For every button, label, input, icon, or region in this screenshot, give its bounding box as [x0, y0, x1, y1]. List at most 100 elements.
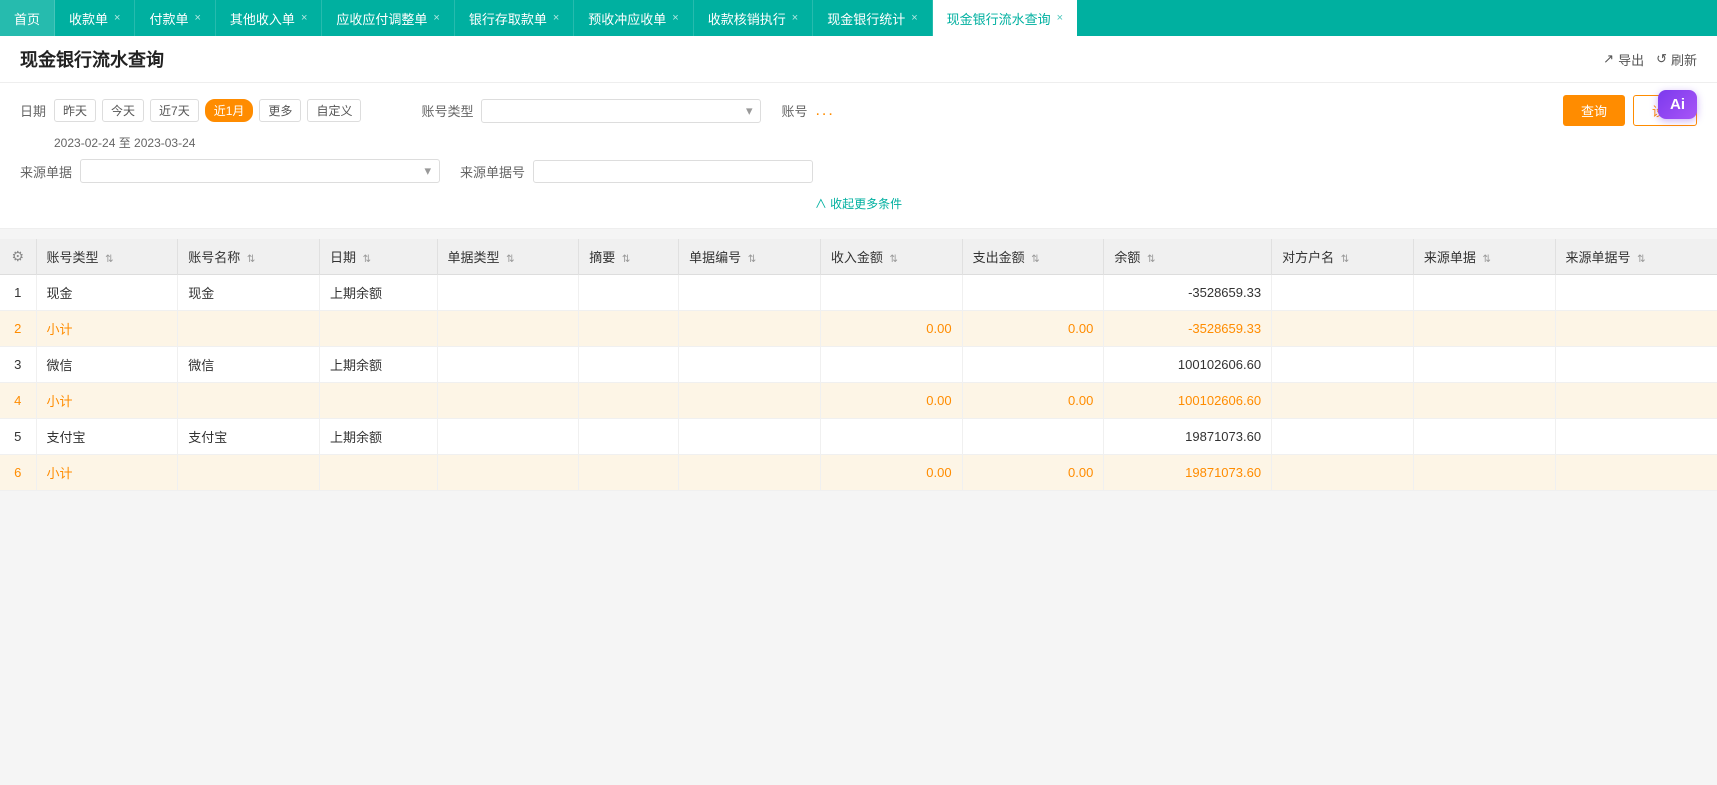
table-container: ⚙ 账号类型 ⇅ 账号名称 ⇅ 日期 ⇅ 单据类型 ⇅ 摘要 ⇅ 单据编号 ⇅ … — [0, 239, 1717, 491]
close-icon[interactable]: × — [911, 12, 917, 24]
cell-source-doc-no — [1555, 275, 1717, 311]
th-balance[interactable]: 余额 ⇅ — [1104, 239, 1272, 275]
cell-account-type: 小计 — [36, 383, 178, 419]
collapse-bar[interactable]: ∧ 收起更多条件 — [20, 191, 1697, 220]
nav-item-prepay[interactable]: 预收冲应收单 × — [574, 0, 693, 36]
cell-date: 上期余额 — [319, 347, 437, 383]
cell-expense — [962, 419, 1104, 455]
cell-summary — [579, 275, 679, 311]
cell-doc-type — [437, 347, 579, 383]
nav-item-receipt[interactable]: 收款单 × — [55, 0, 135, 36]
account-label: 账号 — [781, 101, 807, 120]
nav-item-stats[interactable]: 现金银行统计 × — [813, 0, 932, 36]
cell-income — [820, 419, 962, 455]
nav-item-bank-deposit[interactable]: 银行存取款单 × — [455, 0, 574, 36]
cell-doc-no — [679, 275, 821, 311]
date-options: 昨天 今天 近7天 近1月 更多 自定义 — [54, 99, 361, 122]
cell-expense — [962, 347, 1104, 383]
source-doc-no-filter-group: 来源单据号 — [460, 160, 813, 183]
filter-row-2: 来源单据 ▾ 来源单据号 — [20, 159, 1697, 183]
filter-row-1: 日期 昨天 今天 近7天 近1月 更多 自定义 账号类型 ▾ 账号 ... — [20, 95, 1697, 126]
table-row: 1现金现金上期余额-3528659.33 — [0, 275, 1717, 311]
date-today[interactable]: 今天 — [102, 99, 144, 122]
row-num: 6 — [0, 455, 36, 491]
sort-icon: ⇅ — [1637, 254, 1645, 265]
cell-doc-type — [437, 275, 579, 311]
sort-icon: ⇅ — [1147, 254, 1155, 265]
nav-item-other-income[interactable]: 其他收入单 × — [216, 0, 322, 36]
cell-balance: -3528659.33 — [1104, 311, 1272, 347]
close-icon[interactable]: × — [114, 12, 120, 24]
cell-doc-no — [679, 311, 821, 347]
close-icon[interactable]: × — [301, 12, 307, 24]
cell-source-doc-no — [1555, 455, 1717, 491]
cell-doc-no — [679, 347, 821, 383]
refresh-icon: ↺ — [1656, 51, 1667, 67]
th-source-doc-no[interactable]: 来源单据号 ⇅ — [1555, 239, 1717, 275]
date-7days[interactable]: 近7天 — [150, 99, 199, 122]
th-date[interactable]: 日期 ⇅ — [319, 239, 437, 275]
sort-icon: ⇅ — [1341, 254, 1349, 265]
close-icon[interactable]: × — [672, 12, 678, 24]
cell-doc-type — [437, 311, 579, 347]
close-icon[interactable]: × — [1057, 12, 1063, 24]
cell-doc-type — [437, 383, 579, 419]
cell-source-doc-no — [1555, 383, 1717, 419]
account-type-select[interactable]: ▾ — [481, 99, 761, 123]
th-source-doc[interactable]: 来源单据 ⇅ — [1413, 239, 1555, 275]
cell-counterpart — [1272, 275, 1414, 311]
close-icon[interactable]: × — [792, 12, 798, 24]
data-table: ⚙ 账号类型 ⇅ 账号名称 ⇅ 日期 ⇅ 单据类型 ⇅ 摘要 ⇅ 单据编号 ⇅ … — [0, 239, 1717, 491]
th-summary[interactable]: 摘要 ⇅ — [579, 239, 679, 275]
th-doc-no[interactable]: 单据编号 ⇅ — [679, 239, 821, 275]
th-doc-type[interactable]: 单据类型 ⇅ — [437, 239, 579, 275]
th-account-type[interactable]: 账号类型 ⇅ — [36, 239, 178, 275]
sort-icon: ⇅ — [506, 254, 514, 265]
cell-account-name: 支付宝 — [178, 419, 320, 455]
cell-source-doc — [1413, 419, 1555, 455]
cell-source-doc — [1413, 455, 1555, 491]
close-icon[interactable]: × — [553, 12, 559, 24]
cell-income: 0.00 — [820, 383, 962, 419]
source-doc-select[interactable]: ▾ — [80, 159, 440, 183]
source-doc-label: 来源单据 — [20, 162, 72, 181]
page-header: 现金银行流水查询 ↗ 导出 ↺ 刷新 — [0, 36, 1717, 83]
table-header-row: ⚙ 账号类型 ⇅ 账号名称 ⇅ 日期 ⇅ 单据类型 ⇅ 摘要 ⇅ 单据编号 ⇅ … — [0, 239, 1717, 275]
cell-date — [319, 311, 437, 347]
cell-expense: 0.00 — [962, 383, 1104, 419]
date-1month[interactable]: 近1月 — [205, 99, 254, 122]
th-counterpart[interactable]: 对方户名 ⇅ — [1272, 239, 1414, 275]
cell-counterpart — [1272, 419, 1414, 455]
date-custom[interactable]: 自定义 — [307, 99, 361, 122]
th-account-name[interactable]: 账号名称 ⇅ — [178, 239, 320, 275]
close-icon[interactable]: × — [194, 12, 200, 24]
date-yesterday[interactable]: 昨天 — [54, 99, 96, 122]
gear-icon[interactable]: ⚙ — [11, 248, 24, 264]
source-doc-no-input[interactable] — [533, 160, 813, 183]
cell-date — [319, 383, 437, 419]
query-button[interactable]: 查询 — [1563, 95, 1625, 126]
account-filter-group: 账号 ... — [781, 101, 834, 120]
nav-item-cashflow[interactable]: 现金银行流水查询 × — [933, 0, 1077, 36]
close-icon[interactable]: × — [433, 12, 439, 24]
account-ellipsis[interactable]: ... — [815, 102, 834, 120]
th-expense[interactable]: 支出金额 ⇅ — [962, 239, 1104, 275]
export-button[interactable]: ↗ 导出 — [1603, 50, 1644, 69]
row-num: 5 — [0, 419, 36, 455]
row-num: 1 — [0, 275, 36, 311]
nav-item-home[interactable]: 首页 — [0, 0, 55, 36]
date-more[interactable]: 更多 — [259, 99, 301, 122]
th-income[interactable]: 收入金额 ⇅ — [820, 239, 962, 275]
refresh-button[interactable]: ↺ 刷新 — [1656, 50, 1697, 69]
date-label: 日期 — [20, 101, 46, 120]
cell-doc-type — [437, 419, 579, 455]
table-row: 3微信微信上期余额100102606.60 — [0, 347, 1717, 383]
sort-icon: ⇅ — [622, 254, 630, 265]
source-doc-no-label: 来源单据号 — [460, 162, 525, 181]
nav-item-payment[interactable]: 付款单 × — [135, 0, 215, 36]
cell-summary — [579, 383, 679, 419]
table-row: 4小计0.000.00100102606.60 — [0, 383, 1717, 419]
nav-item-adjustment[interactable]: 应收应付调整单 × — [322, 0, 454, 36]
nav-item-collection[interactable]: 收款核销执行 × — [694, 0, 813, 36]
ai-button[interactable]: Ai — [1658, 90, 1697, 119]
